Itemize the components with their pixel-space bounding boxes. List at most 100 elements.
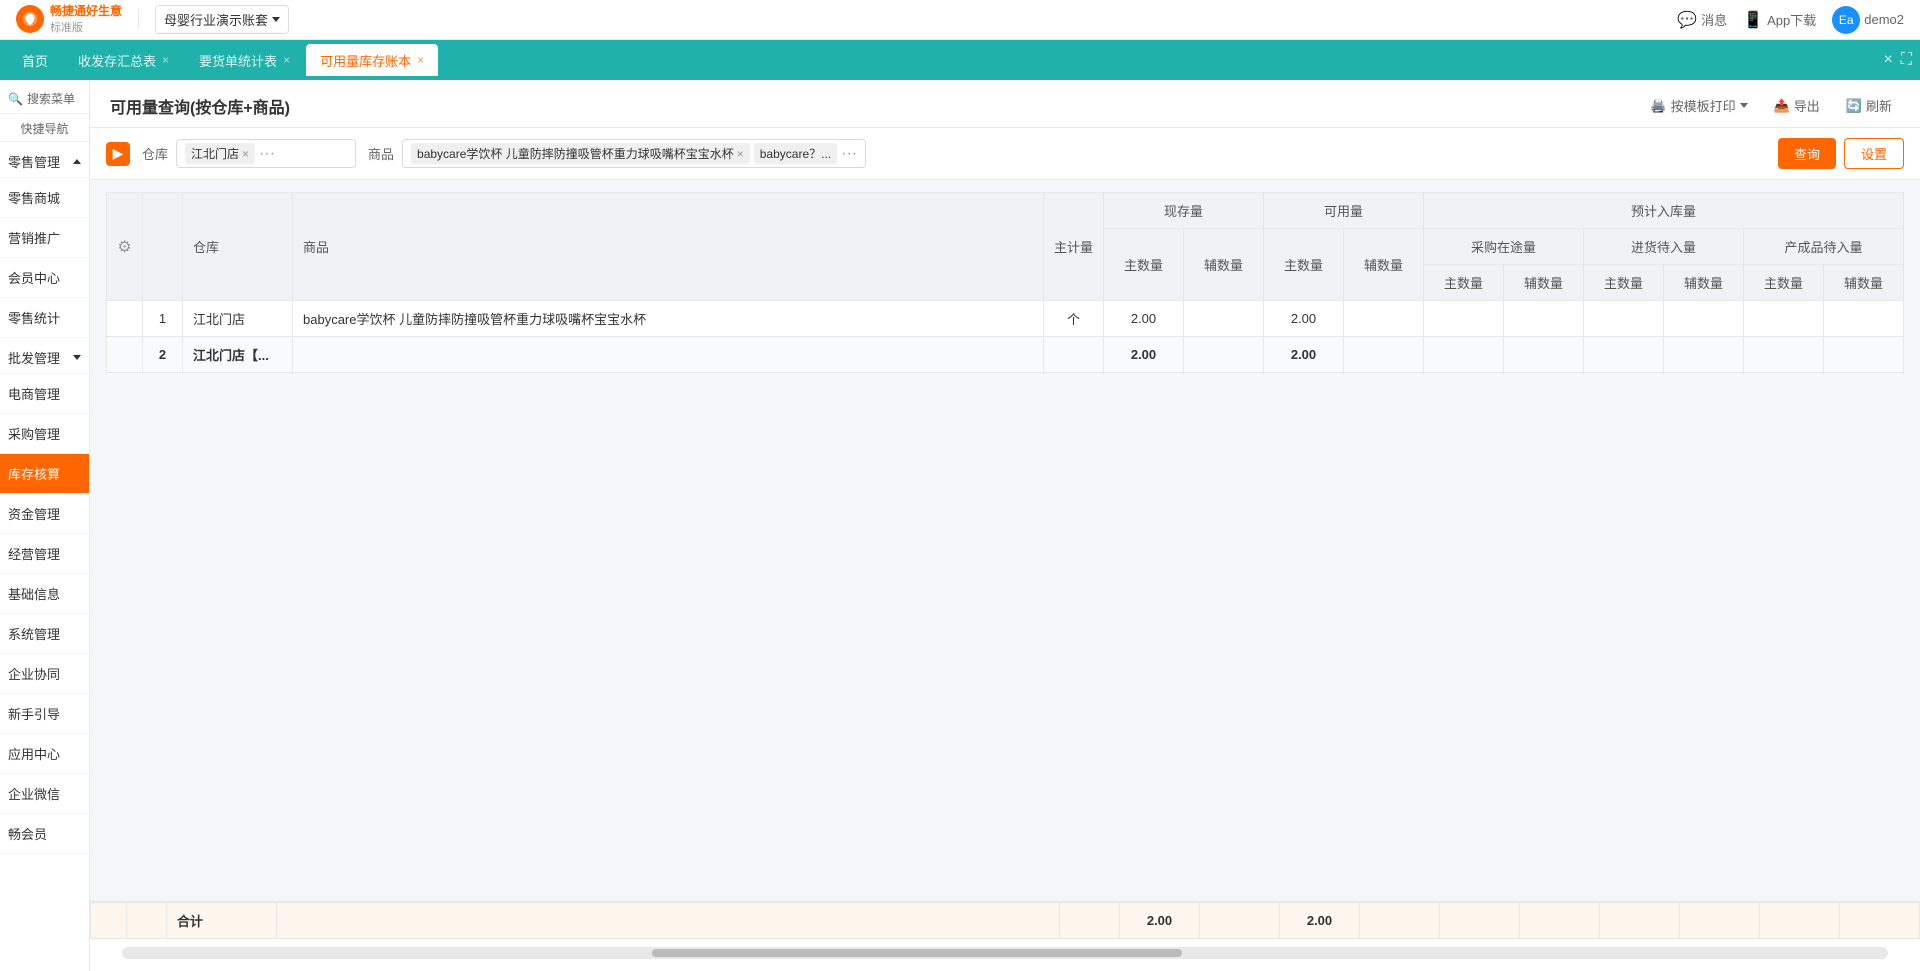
refresh-label: 刷新	[1866, 96, 1892, 115]
sidebar-search[interactable]: 🔍 搜索菜单	[0, 80, 89, 114]
app-download-action[interactable]: 📱 App下载	[1743, 10, 1816, 30]
th-avail-aux: 辅数量	[1344, 229, 1424, 301]
sidebar-item-basics[interactable]: 基础信息	[0, 574, 89, 614]
sidebar-retail-label: 零售管理	[8, 152, 60, 171]
row-stock-aux	[1184, 301, 1264, 337]
row-production-aux	[1824, 301, 1904, 337]
sidebar-item-retail[interactable]: 零售管理	[0, 142, 89, 178]
tab-receive-send[interactable]: 收发存汇总表 ×	[64, 44, 183, 76]
industry-label: 母婴行业演示账套	[164, 10, 268, 29]
sidebar-item-enterprise[interactable]: 企业协同	[0, 654, 89, 694]
warehouse-tag-close[interactable]: ×	[242, 147, 249, 161]
export-label: 导出	[1794, 96, 1820, 115]
table-settings-icon[interactable]: ⚙	[117, 239, 131, 256]
th-stock-aux: 辅数量	[1184, 229, 1264, 301]
total-p5	[1760, 903, 1840, 939]
th-purchase-main: 主数量	[1424, 265, 1504, 301]
sidebar-item-apps[interactable]: 应用中心	[0, 734, 89, 774]
settings-btn[interactable]: 设置	[1844, 138, 1904, 169]
sidebar-item-retail-shop[interactable]: 零售商城	[0, 178, 89, 218]
th-stock-group: 现存量	[1104, 193, 1264, 229]
query-btn[interactable]: 查询	[1778, 138, 1836, 169]
total-settings-cell	[91, 903, 127, 939]
page-header: 可用量查询(按仓库+商品) 🖨️ 按模板打印 📤 导出 🔄 刷新	[90, 80, 1920, 128]
goods-filter-dots[interactable]: ···	[841, 145, 857, 163]
sidebar-item-purchase[interactable]: 采购管理	[0, 414, 89, 454]
th-production-sub: 产成品待入量	[1744, 229, 1904, 265]
filter-bar: ▶ 仓库 江北门店 × ··· 商品 babycare学饮杯 儿童防摔防撞吸管杯…	[90, 128, 1920, 180]
sidebar-item-operations[interactable]: 经营管理	[0, 534, 89, 574]
sidebar-item-wecom[interactable]: 企业微信	[0, 774, 89, 814]
sidebar-item-marketing[interactable]: 营销推广	[0, 218, 89, 258]
user-profile[interactable]: Ea demo2	[1832, 6, 1904, 34]
app-icon: 📱	[1743, 10, 1763, 30]
total-table: 合计 2.00 2.00	[90, 902, 1920, 939]
tab-home-label: 首页	[22, 51, 48, 70]
warehouse-filter-label: 仓库	[142, 144, 168, 163]
sidebar-item-wholesale[interactable]: 批发管理	[0, 338, 89, 374]
quick-nav[interactable]: 快捷导航	[0, 114, 89, 142]
row-production-main	[1744, 301, 1824, 337]
goods-filter-tags[interactable]: babycare学饮杯 儿童防摔防撞吸管杯重力球吸嘴杯宝宝水杯 × babyca…	[402, 139, 866, 168]
print-chevron	[1740, 103, 1748, 108]
warehouse-filter-tags[interactable]: 江北门店 × ···	[176, 139, 356, 168]
sidebar-item-member[interactable]: 畅会员	[0, 814, 89, 854]
message-label: 消息	[1701, 10, 1727, 29]
sidebar-ecommerce-label: 电商管理	[8, 384, 60, 403]
content-area: 可用量查询(按仓库+商品) 🖨️ 按模板打印 📤 导出 🔄 刷新 ▶	[90, 80, 1920, 971]
tab-home[interactable]: 首页	[8, 44, 62, 76]
tab-available-stock-close[interactable]: ×	[417, 53, 424, 67]
scrollbar-thumb[interactable]	[652, 949, 1182, 957]
data-table: ⚙ 仓库 商品 主计量 现存量 可用量 预计入库量 主数量 辅数量 主数量	[106, 192, 1904, 373]
message-action[interactable]: 💬 消息	[1677, 10, 1727, 30]
sidebar-item-members[interactable]: 会员中心	[0, 258, 89, 298]
th-incoming-main: 主数量	[1584, 265, 1664, 301]
industry-selector[interactable]: 母婴行业演示账套	[155, 5, 289, 34]
goods-tag-1-text: babycare学饮杯 儿童防摔防撞吸管杯重力球吸嘴杯宝宝水杯	[417, 145, 734, 162]
total-label: 合计	[167, 903, 277, 939]
sidebar-item-system[interactable]: 系统管理	[0, 614, 89, 654]
tab-receive-send-close[interactable]: ×	[162, 53, 169, 67]
total-row: 合计 2.00 2.00	[91, 903, 1920, 939]
th-settings[interactable]: ⚙	[107, 193, 143, 301]
row2-stock-main: 2.00	[1104, 337, 1184, 373]
message-icon: 💬	[1677, 10, 1697, 30]
refresh-icon: 🔄	[1846, 98, 1862, 114]
sidebar-item-newguide[interactable]: 新手引导	[0, 694, 89, 734]
wholesale-arrow	[73, 355, 81, 360]
export-btn[interactable]: 📤 导出	[1766, 92, 1828, 119]
row2-warehouse: 江北门店【...	[183, 337, 293, 373]
tab-order-stats-close[interactable]: ×	[283, 53, 290, 67]
print-btn[interactable]: 🖨️ 按模板打印	[1642, 92, 1755, 119]
tab-order-stats[interactable]: 要货单统计表 ×	[185, 44, 304, 76]
sidebar-item-inventory[interactable]: 库存核算	[0, 454, 89, 494]
warehouse-filter-group: 仓库 江北门店 × ···	[142, 139, 356, 168]
page-actions: 🖨️ 按模板打印 📤 导出 🔄 刷新	[1642, 92, 1900, 119]
row2-purchase-aux	[1504, 337, 1584, 373]
filter-toggle-btn[interactable]: ▶	[106, 142, 130, 166]
th-incoming-sub: 进货待入量	[1584, 229, 1744, 265]
table-wrapper: ⚙ 仓库 商品 主计量 现存量 可用量 预计入库量 主数量 辅数量 主数量	[90, 180, 1920, 901]
refresh-btn[interactable]: 🔄 刷新	[1838, 92, 1900, 119]
row-warehouse: 江北门店	[183, 301, 293, 337]
total-stock-aux	[1200, 903, 1280, 939]
total-unit-cell	[1060, 903, 1120, 939]
fullscreen-btn[interactable]: ⛶	[1901, 51, 1912, 69]
logo-sub: 标准版	[50, 19, 122, 35]
th-available-group: 可用量	[1264, 193, 1424, 229]
sidebar-item-ecommerce[interactable]: 电商管理	[0, 374, 89, 414]
sidebar-item-retail-stats[interactable]: 零售统计	[0, 298, 89, 338]
goods-tag-2: babycare？...	[754, 143, 837, 164]
tab-available-stock[interactable]: 可用量库存账本 ×	[306, 44, 438, 76]
tab-receive-send-label: 收发存汇总表	[78, 51, 156, 70]
th-purchase-aux: 辅数量	[1504, 265, 1584, 301]
logo-icon	[16, 5, 44, 33]
horizontal-scrollbar[interactable]	[122, 947, 1888, 959]
sidebar-item-finance[interactable]: 资金管理	[0, 494, 89, 534]
goods-tag-1-close[interactable]: ×	[737, 147, 744, 161]
row-settings	[107, 301, 143, 337]
th-incoming-aux: 辅数量	[1664, 265, 1744, 301]
close-all-tabs[interactable]: ×	[1883, 51, 1892, 69]
warehouse-filter-dots[interactable]: ···	[259, 145, 275, 163]
row-num: 1	[143, 301, 183, 337]
